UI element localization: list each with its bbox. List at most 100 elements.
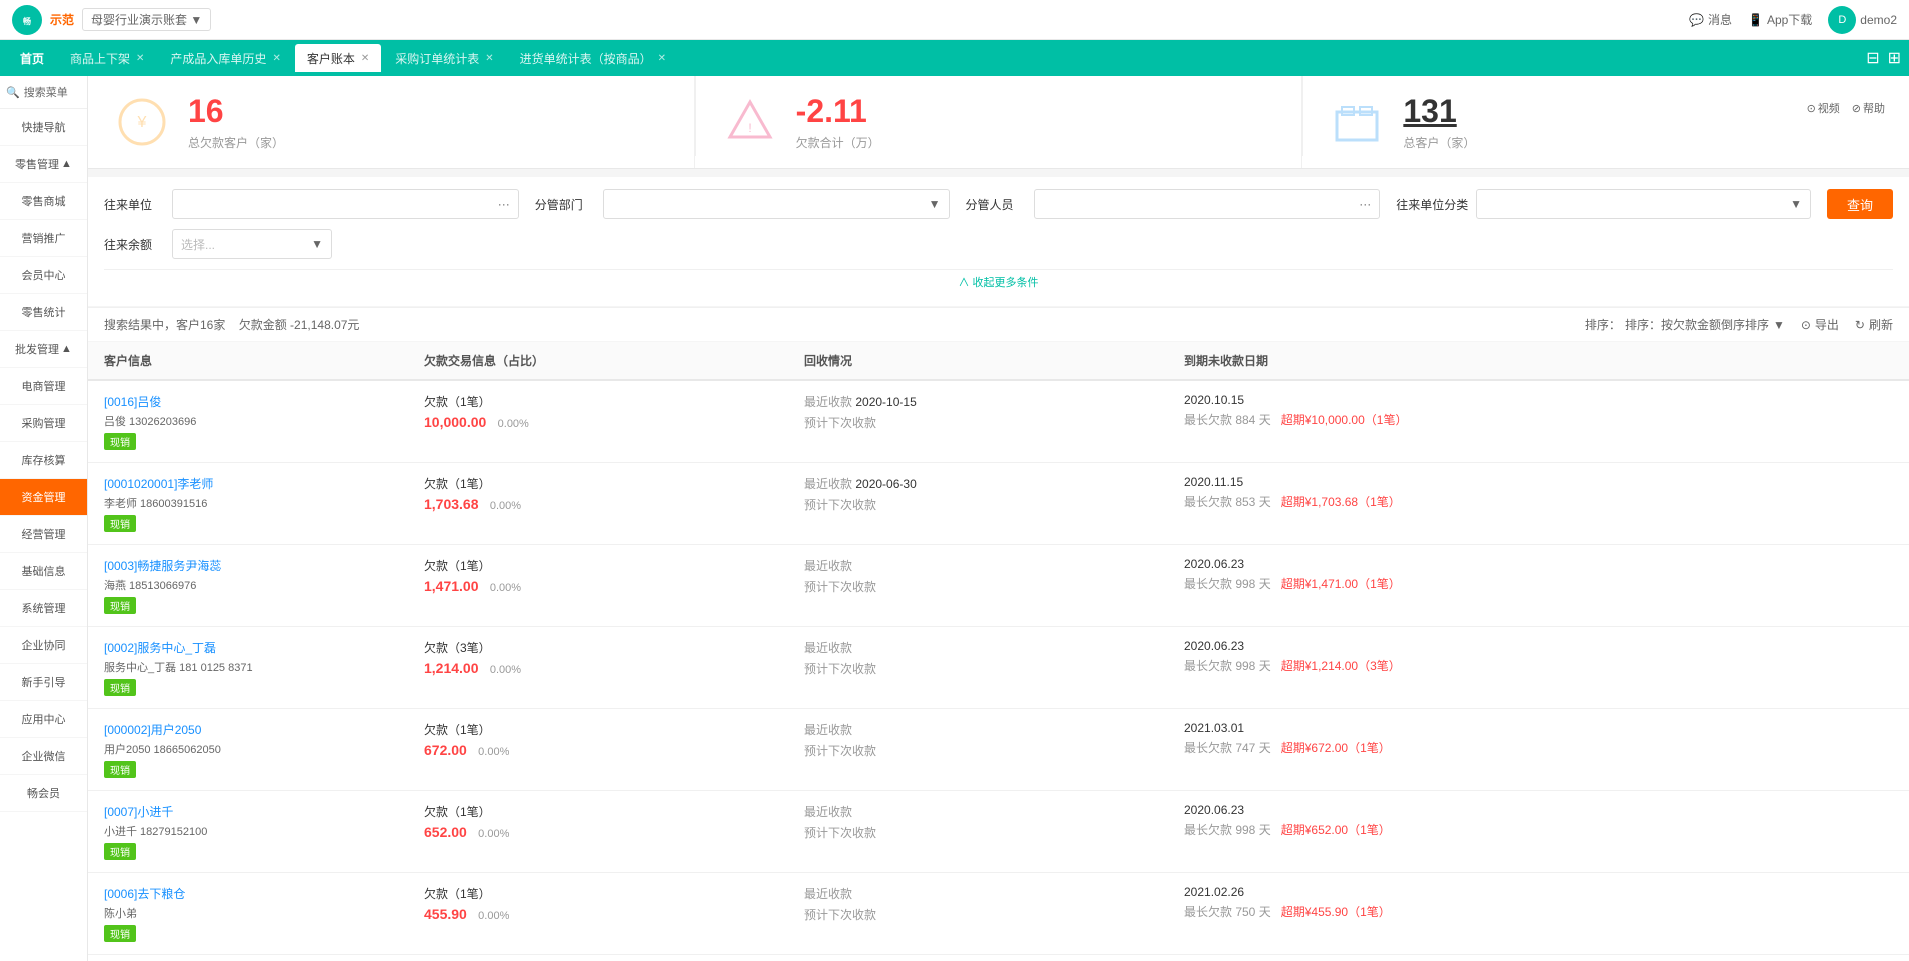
sidebar-item-operations[interactable]: 经营管理 (0, 516, 87, 553)
sidebar-item-basic-info[interactable]: 基础信息 (0, 553, 87, 590)
export-button[interactable]: ⊙ 导出 (1801, 316, 1839, 333)
customer-phone-5: 小进千 18279152100 (104, 823, 424, 839)
tab-product-status[interactable]: 商品上下架 ✕ (58, 44, 156, 72)
debt-count-1: 欠款（1笔） (424, 475, 804, 492)
result-info: 搜索结果中，客户16家 欠款金额 -21,148.07元 (104, 316, 359, 333)
sidebar-item-retail-mall[interactable]: 零售商城 (0, 183, 87, 220)
sidebar-item-retail-stats[interactable]: 零售统计 (0, 294, 87, 331)
close-tab-3[interactable]: ✕ (361, 53, 369, 64)
customer-tag-3: 现销 (104, 679, 136, 696)
filter-balance: 往来余额 选择... ▼ (104, 229, 1893, 259)
overdue-amount-3[interactable]: 超期¥1,214.00（3笔） (1281, 659, 1401, 673)
close-tab-4[interactable]: ✕ (485, 53, 493, 64)
app-download-button[interactable]: 📱 App下载 (1748, 11, 1812, 28)
customer-name-5[interactable]: [0007]小进千 (104, 803, 424, 820)
summary-card-total-customers: 131 总客户（家） ⊙ 视频 ⊘ 帮助 (1303, 76, 1909, 168)
overdue-amount-0[interactable]: 超期¥10,000.00（1笔） (1281, 413, 1408, 427)
sidebar-item-inventory[interactable]: 库存核算 (0, 442, 87, 479)
customer-name-2[interactable]: [0003]畅捷服务尹海蕊 (104, 557, 424, 574)
sidebar: 🔍 搜索菜单 快捷导航 零售管理 ▲ 零售商城 营销推广 会员中心 (0, 76, 88, 961)
customer-phone-4: 用户2050 18665062050 (104, 741, 424, 757)
table-row: [000002]用户2050 用户2050 18665062050 现销 欠款（… (88, 709, 1909, 791)
close-tab-2[interactable]: ✕ (272, 53, 280, 64)
total-customers-label: 总客户（家） (1403, 134, 1790, 151)
customer-name-3[interactable]: [0002]服务中心_丁磊 (104, 639, 424, 656)
svg-text:畅: 畅 (23, 16, 31, 26)
repay-info-6: 最近收款 预计下次收款 (804, 885, 1184, 923)
tenant-selector[interactable]: 母婴行业演示账套 ▼ (82, 8, 211, 31)
source-unit-label: 往来单位 (104, 196, 164, 213)
filter-area: 往来单位 ··· 分管部门 ▼ 分管人员 ··· (88, 177, 1909, 306)
sidebar-search[interactable]: 🔍 搜索菜单 (0, 76, 87, 109)
overdue-amount-5[interactable]: 超期¥652.00（1笔） (1281, 823, 1391, 837)
overdue-info-4: 2021.03.01 最长欠款 747 天 超期¥672.00（1笔） (1184, 721, 1893, 756)
overdue-amount-4[interactable]: 超期¥672.00（1笔） (1281, 741, 1391, 755)
sidebar-item-finance[interactable]: 资金管理 (0, 479, 87, 516)
customer-name-1[interactable]: [0001020001]李老师 (104, 475, 424, 492)
tab-goods-stats[interactable]: 进货单统计表（按商品） ✕ (508, 44, 678, 72)
balance-select[interactable]: 选择... ▼ (172, 229, 332, 259)
sidebar-item-ecommerce[interactable]: 电商管理 (0, 368, 87, 405)
help-button[interactable]: ⊘ 帮助 (1852, 100, 1885, 116)
overdue-amount-1[interactable]: 超期¥1,703.68（1笔） (1281, 495, 1401, 509)
refresh-button[interactable]: ↻ 刷新 (1855, 316, 1893, 333)
close-tab-5[interactable]: ✕ (658, 53, 666, 64)
unit-category-select[interactable]: ▼ (1476, 189, 1811, 219)
sidebar-item-wechat-work[interactable]: 企业微信 (0, 738, 87, 775)
overdue-amount-2[interactable]: 超期¥1,471.00（1笔） (1281, 577, 1401, 591)
debt-info-4: 欠款（1笔） 672.00 0.00% (424, 721, 804, 758)
data-table: 客户信息 欠款交易信息（占比） 回收情况 到期未收款日期 [0016]吕俊 吕俊… (88, 342, 1909, 961)
maximize-button[interactable]: ⊞ (1888, 48, 1901, 68)
sidebar-item-app-center[interactable]: 应用中心 (0, 701, 87, 738)
tab-home[interactable]: 首页 (8, 44, 56, 72)
customer-name-0[interactable]: [0016]吕俊 (104, 393, 424, 410)
query-button[interactable]: 查询 (1827, 189, 1893, 219)
repay-info-3: 最近收款 预计下次收款 (804, 639, 1184, 677)
overdue-amount-6[interactable]: 超期¥455.90（1笔） (1281, 905, 1391, 919)
customer-info-2: [0003]畅捷服务尹海蕊 海燕 18513066976 现销 (104, 557, 424, 614)
overdue-info-2: 2020.06.23 最长欠款 998 天 超期¥1,471.00（1笔） (1184, 557, 1893, 592)
customer-phone-3: 服务中心_丁磊 181 0125 8371 (104, 659, 424, 675)
collapse-button[interactable]: ∧ 收起更多条件 (104, 269, 1893, 294)
sidebar-item-quick-nav[interactable]: 快捷导航 (0, 109, 87, 146)
manager-input[interactable]: ··· (1034, 189, 1381, 219)
sidebar-item-member-vip[interactable]: 畅会员 (0, 775, 87, 812)
debt-count-3: 欠款（3笔） (424, 639, 804, 656)
sidebar-item-system[interactable]: 系统管理 (0, 590, 87, 627)
tab-production-history[interactable]: 产成品入库单历史 ✕ (158, 44, 292, 72)
total-debt-label: 欠款合计（万） (796, 134, 1278, 151)
svg-text:¥: ¥ (137, 114, 147, 131)
result-bar: 搜索结果中，客户16家 欠款金额 -21,148.07元 排序： 排序：按欠款金… (88, 307, 1909, 341)
summary-card-debt-customers: ¥ 16 总欠款客户（家） (88, 76, 695, 168)
department-select[interactable]: ▼ (603, 189, 950, 219)
debt-customers-icon: ¥ (112, 92, 172, 152)
source-unit-input[interactable]: ··· (172, 189, 519, 219)
sort-selector[interactable]: 排序： 排序：按欠款金额倒序排序 ▼ (1585, 316, 1785, 333)
debt-info-1: 欠款（1笔） 1,703.68 0.00% (424, 475, 804, 512)
close-tab-1[interactable]: ✕ (136, 53, 144, 64)
table-row: [000001]黄思源 黄思源 13552700226 现销 欠款（1笔） 42… (88, 955, 1909, 961)
department-label: 分管部门 (535, 196, 595, 213)
filter-manager: 分管人员 ··· (966, 189, 1381, 219)
message-button[interactable]: 💬 消息 (1689, 11, 1732, 28)
minimize-button[interactable]: ⊟ (1866, 48, 1879, 68)
user-avatar[interactable]: D demo2 (1828, 6, 1897, 34)
customer-name-6[interactable]: [0006]去下粮仓 (104, 885, 424, 902)
tab-purchase-stats[interactable]: 采购订单统计表 ✕ (383, 44, 505, 72)
sidebar-item-member-center[interactable]: 会员中心 (0, 257, 87, 294)
overdue-info-5: 2020.06.23 最长欠款 998 天 超期¥652.00（1笔） (1184, 803, 1893, 838)
tab-customer-account[interactable]: 客户账本 ✕ (295, 44, 381, 72)
video-button[interactable]: ⊙ 视频 (1807, 100, 1840, 116)
sidebar-item-marketing[interactable]: 营销推广 (0, 220, 87, 257)
sidebar-item-retail-management[interactable]: 零售管理 ▲ (0, 146, 87, 183)
customer-name-4[interactable]: [000002]用户2050 (104, 721, 424, 738)
sidebar-item-purchase[interactable]: 采购管理 (0, 405, 87, 442)
customer-phone-0: 吕俊 13026203696 (104, 413, 424, 429)
customer-info-5: [0007]小进千 小进千 18279152100 现销 (104, 803, 424, 860)
customer-tag-2: 现销 (104, 597, 136, 614)
main-layout: 🔍 搜索菜单 快捷导航 零售管理 ▲ 零售商城 营销推广 会员中心 (0, 76, 1909, 961)
top-bar-left: 畅 示范 母婴行业演示账套 ▼ (12, 5, 211, 35)
sidebar-item-enterprise[interactable]: 企业协同 (0, 627, 87, 664)
sidebar-item-guide[interactable]: 新手引导 (0, 664, 87, 701)
sidebar-item-wholesale[interactable]: 批发管理 ▲ (0, 331, 87, 368)
